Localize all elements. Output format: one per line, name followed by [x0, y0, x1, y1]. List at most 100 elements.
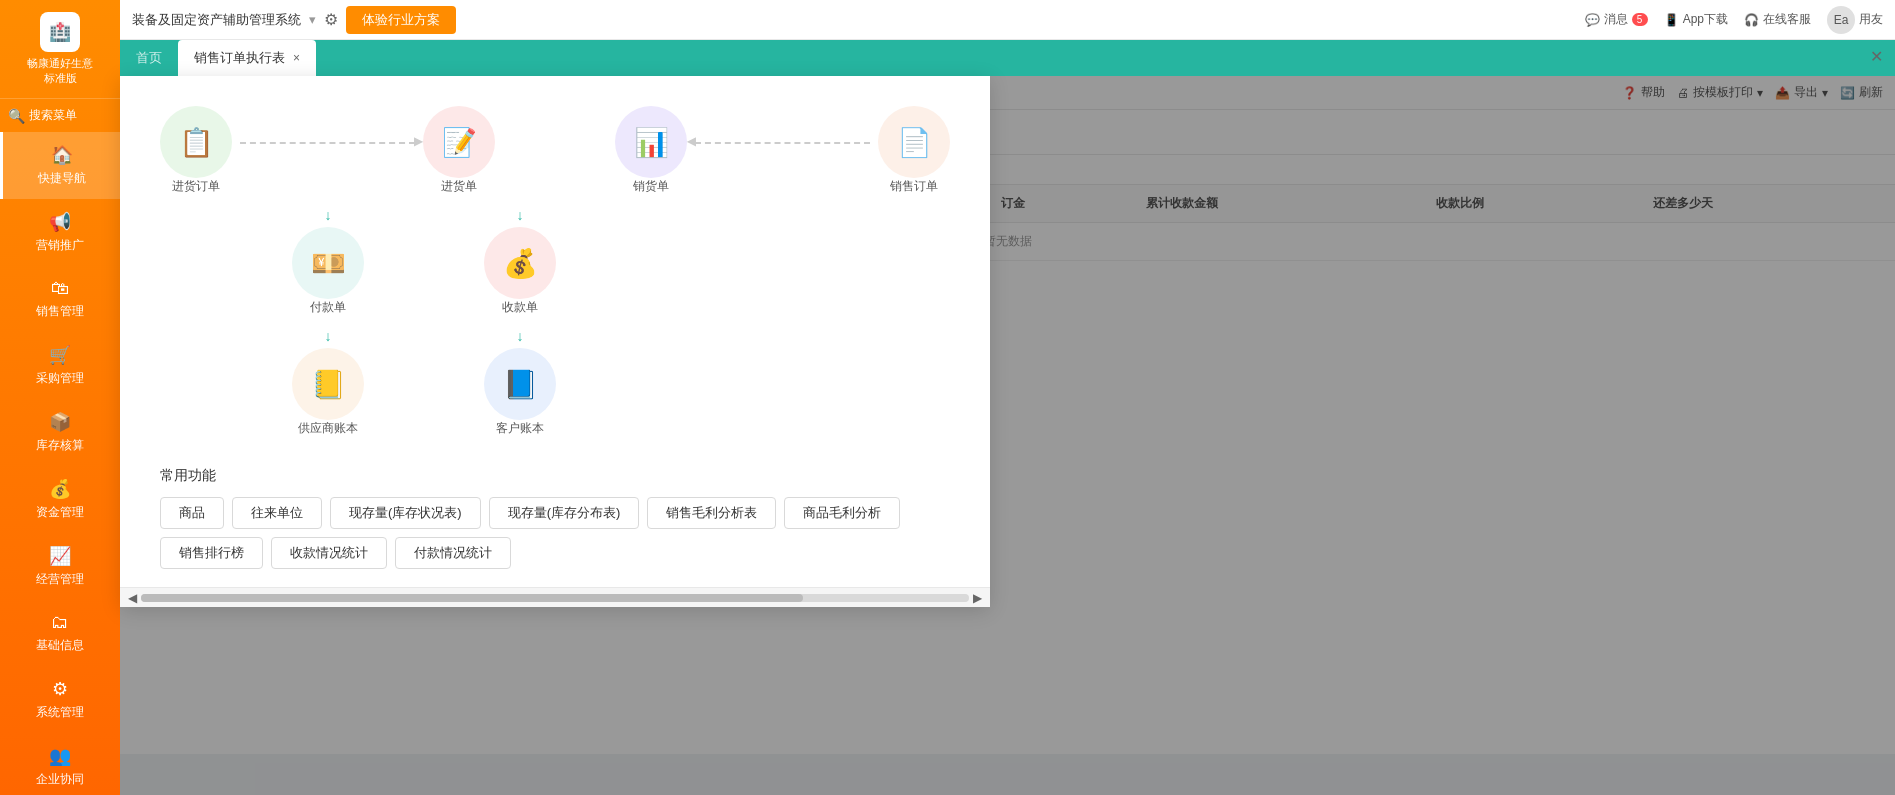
sidebar-item-collaboration[interactable]: 👥 企业协同	[0, 733, 120, 795]
tab-bar-close-btn[interactable]: ✕	[1870, 47, 1883, 66]
sidebar-item-sales[interactable]: 🛍 销售管理	[0, 266, 120, 332]
app-subtitle: 标准版	[44, 71, 77, 86]
sidebar-item-label: 营销推广	[36, 237, 84, 254]
collab-icon: 👥	[49, 745, 71, 767]
common-section: 常用功能 商品 往来单位 现存量(库存状况表) 现存量(库存分布表) 销售毛利分…	[160, 467, 950, 569]
dropdown-icon[interactable]: ▾	[309, 12, 316, 27]
func-btn-sales-rank[interactable]: 销售排行榜	[160, 537, 263, 569]
tab-close-icon[interactable]: ×	[293, 51, 300, 65]
message-icon: 💬	[1585, 13, 1600, 27]
sidebar-item-label: 采购管理	[36, 370, 84, 387]
tab-home[interactable]: 首页	[120, 40, 178, 76]
receipt-icon: 💰	[503, 247, 538, 280]
customer-ledger-label: 客户账本	[496, 420, 544, 437]
sidebar-item-label: 系统管理	[36, 704, 84, 721]
flow-col-supplier-ledger: ↓ 📒 供应商账本	[292, 324, 364, 437]
user-item[interactable]: Ea 用友	[1827, 6, 1883, 34]
logo-emoji: 🏥	[49, 21, 71, 43]
message-label: 消息	[1604, 11, 1628, 28]
online-service-item[interactable]: 🎧 在线客服	[1744, 11, 1811, 28]
tab-home-label: 首页	[136, 49, 162, 67]
sidebar-item-purchase[interactable]: 🛒 采购管理	[0, 332, 120, 399]
func-btn-product-gross[interactable]: 商品毛利分析	[784, 497, 900, 529]
flow-circle-purchase[interactable]: 📝	[423, 106, 495, 178]
flow-circle-purchase-order[interactable]: 📋	[160, 106, 232, 178]
scroll-track[interactable]	[141, 594, 969, 602]
operations-icon: 📈	[49, 545, 71, 567]
flow-circle-customer-ledger[interactable]: 📘	[484, 348, 556, 420]
flow-col-sale-order: 📄 销售订单	[878, 106, 950, 195]
tab-sales-order-label: 销售订单执行表	[194, 49, 285, 67]
search-icon: 🔍	[8, 108, 25, 124]
sidebar-item-basic-info[interactable]: 🗂 基础信息	[0, 600, 120, 666]
tab-sales-order[interactable]: 销售订单执行表 ×	[178, 40, 316, 76]
online-service-label: 在线客服	[1763, 11, 1811, 28]
message-badge: 5	[1632, 13, 1648, 26]
system-title: 装备及固定资产辅助管理系统	[132, 11, 301, 29]
purchase-order-icon: 📋	[179, 126, 214, 159]
sidebar-item-label: 基础信息	[36, 637, 84, 654]
func-btn-inventory-status[interactable]: 现存量(库存状况表)	[330, 497, 481, 529]
app-logo-icon: 🏥	[40, 12, 80, 52]
sidebar-item-quick-nav[interactable]: 🏠 快捷导航	[0, 132, 120, 199]
func-grid-row1: 商品 往来单位 现存量(库存状况表) 现存量(库存分布表) 销售毛利分析表 商品…	[160, 497, 950, 529]
app-name: 畅康通好生意	[27, 56, 93, 71]
sidebar-item-operations[interactable]: 📈 经营管理	[0, 533, 120, 600]
sidebar-item-label: 销售管理	[36, 303, 84, 320]
func-btn-receipt-stat[interactable]: 收款情况统计	[271, 537, 387, 569]
sidebar-item-system[interactable]: ⚙ 系统管理	[0, 666, 120, 733]
settings-icon[interactable]: ⚙	[324, 10, 338, 29]
arrow-payment-to-supplier: ↓	[325, 324, 332, 348]
scroll-right-arrow[interactable]: ▶	[973, 591, 982, 605]
marketing-icon: 📢	[49, 211, 71, 233]
inventory-icon: 📦	[49, 411, 71, 433]
flow-col-payment: ↓ 💴 付款单	[292, 203, 364, 316]
sale-order-icon: 📄	[897, 126, 932, 159]
home-icon: 🏠	[51, 144, 73, 166]
flow-col-receipt: ↓ 💰 收款单	[484, 203, 556, 316]
flow-circle-sale-order[interactable]: 📄	[878, 106, 950, 178]
purchase-icon: 📝	[442, 126, 477, 159]
func-btn-product[interactable]: 商品	[160, 497, 224, 529]
func-btn-payment-stat[interactable]: 付款情况统计	[395, 537, 511, 569]
sale-order-label: 销售订单	[890, 178, 938, 195]
flow-circle-supplier-ledger[interactable]: 📒	[292, 348, 364, 420]
flow-col-purchase-order: 📋 进货订单	[160, 106, 232, 195]
func-btn-sales-gross[interactable]: 销售毛利分析表	[647, 497, 776, 529]
payment-label: 付款单	[310, 299, 346, 316]
sidebar-item-inventory[interactable]: 📦 库存核算	[0, 399, 120, 466]
arrow-purchase-to-payment: ↓	[325, 203, 332, 227]
avatar-text: Ea	[1834, 13, 1849, 27]
sidebar-item-finance[interactable]: 💰 资金管理	[0, 466, 120, 533]
func-btn-inventory-dist[interactable]: 现存量(库存分布表)	[489, 497, 640, 529]
trial-btn[interactable]: 体验行业方案	[346, 6, 456, 34]
sidebar-item-label: 经营管理	[36, 571, 84, 588]
flow-circle-receipt[interactable]: 💰	[484, 227, 556, 299]
receipt-label: 收款单	[502, 299, 538, 316]
flow-circle-sale[interactable]: 📊	[615, 106, 687, 178]
flow-circle-payment[interactable]: 💴	[292, 227, 364, 299]
flow-col-purchase: 📝 进货单	[423, 106, 495, 195]
message-item[interactable]: 💬 消息 5	[1585, 11, 1648, 28]
sidebar-item-label: 库存核算	[36, 437, 84, 454]
sidebar-item-marketing[interactable]: 📢 营销推广	[0, 199, 120, 266]
sidebar-item-label: 资金管理	[36, 504, 84, 521]
overlay[interactable]: 📋 进货订单 📝 进货单 📊	[120, 76, 1895, 795]
system-icon: ⚙	[52, 678, 68, 700]
customer-ledger-icon: 📘	[503, 368, 538, 401]
search-label: 搜索菜单	[29, 107, 77, 124]
func-btn-partner[interactable]: 往来单位	[232, 497, 322, 529]
user-name: 用友	[1859, 11, 1883, 28]
app-download-label: App下载	[1683, 11, 1728, 28]
app-download-item[interactable]: 📱 App下载	[1664, 11, 1728, 28]
scroll-bar: ◀ ▶	[120, 587, 990, 607]
purchase-order-label: 进货订单	[172, 178, 220, 195]
purchase-icon: 🛒	[49, 344, 71, 366]
sidebar-nav: 🏠 快捷导航 📢 营销推广 🛍 销售管理 🛒 采购管理 📦 库存核算 💰 资金管…	[0, 132, 120, 795]
payment-icon: 💴	[311, 247, 346, 280]
scroll-left-arrow[interactable]: ◀	[128, 591, 137, 605]
supplier-ledger-icon: 📒	[311, 368, 346, 401]
download-icon: 📱	[1664, 13, 1679, 27]
sidebar-search[interactable]: 🔍 搜索菜单	[0, 99, 120, 132]
supplier-ledger-label: 供应商账本	[298, 420, 358, 437]
